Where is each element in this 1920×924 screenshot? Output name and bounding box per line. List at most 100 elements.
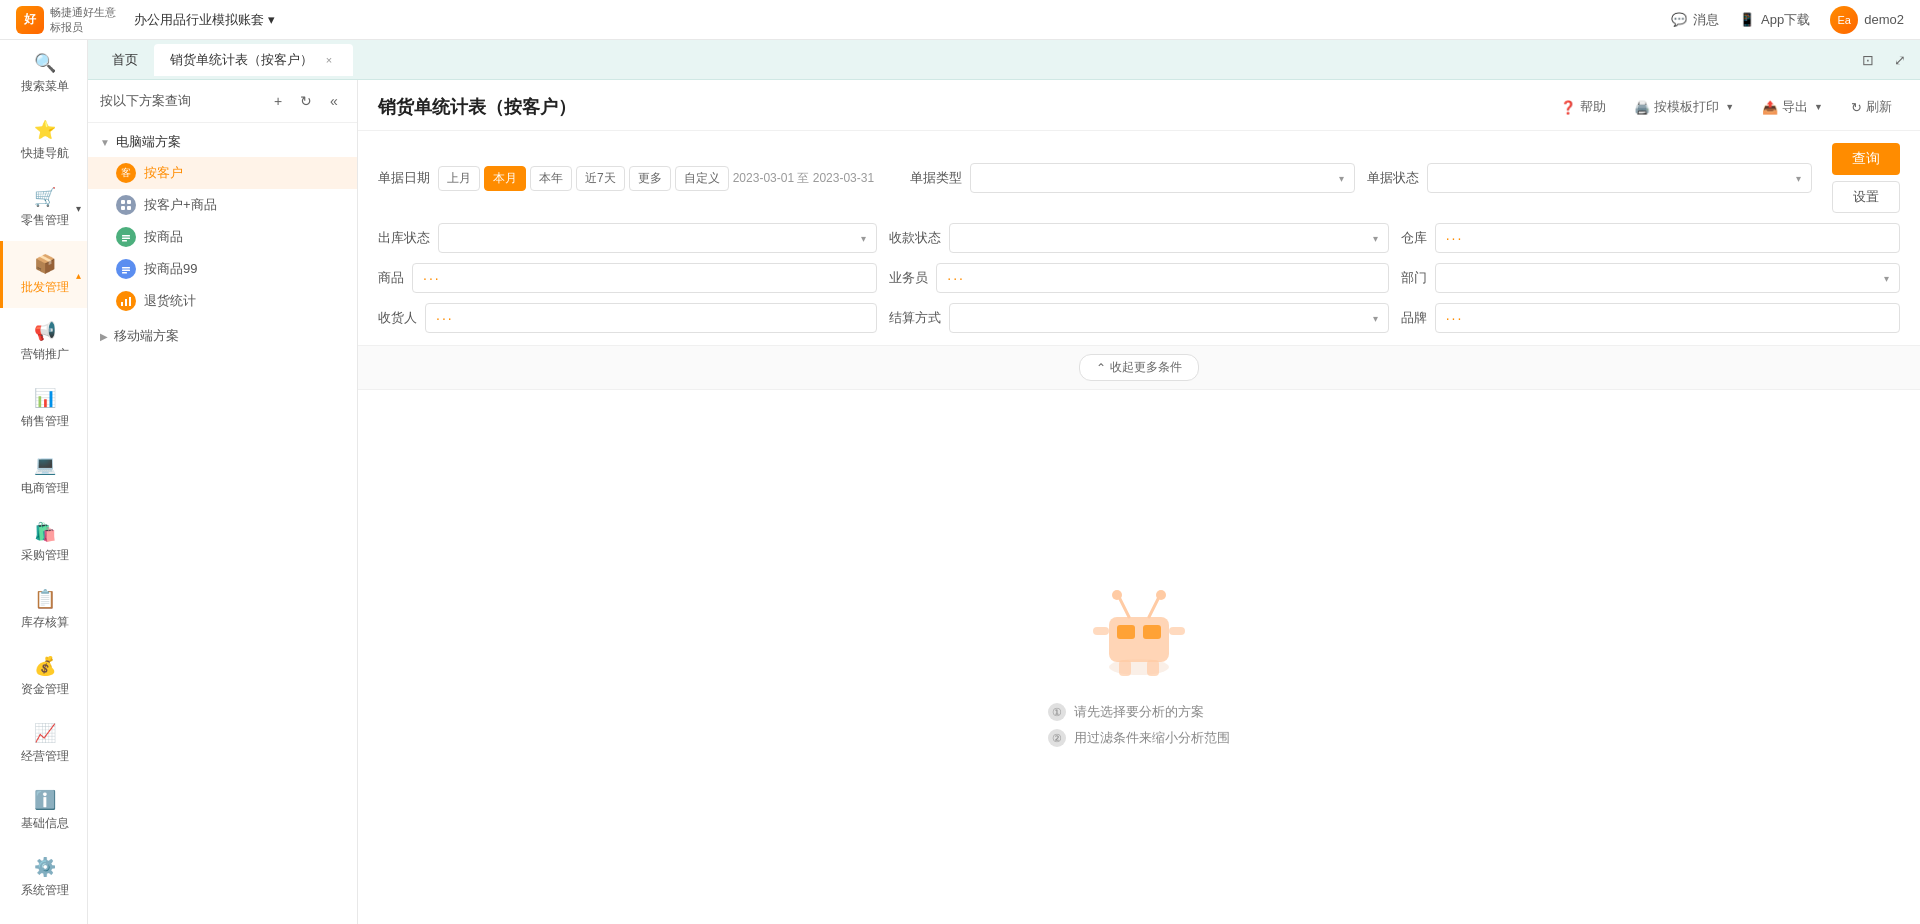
out-status-cell: 出库状态 ▾ — [378, 223, 877, 253]
scheme-title: 按以下方案查询 — [100, 92, 259, 110]
scheme-item-by-customer[interactable]: 客 按客户 — [88, 157, 357, 189]
date-btn-last-month[interactable]: 上月 — [438, 166, 480, 191]
desktop-group-header[interactable]: ▼ 电脑端方案 — [88, 127, 357, 157]
date-btn-custom[interactable]: 自定义 — [675, 166, 729, 191]
salesperson-select[interactable]: ··· — [936, 263, 1388, 293]
sidebar-item-marketing[interactable]: 📢 营销推广 — [0, 308, 87, 375]
system-selector[interactable]: 办公用品行业模拟账套 ▾ — [126, 7, 283, 33]
date-btn-this-month[interactable]: 本月 — [484, 166, 526, 191]
svg-point-18 — [1112, 590, 1122, 600]
scheme-item-return-stats[interactable]: 退货统计 — [88, 285, 357, 317]
add-scheme-button[interactable]: + — [267, 90, 289, 112]
scheme-item-by-goods99[interactable]: 按商品99 — [88, 253, 357, 285]
sidebar-item-retail[interactable]: 🛒 零售管理 ▾ — [0, 174, 87, 241]
sidebar-item-purchase[interactable]: 🛍️ 采购管理 — [0, 509, 87, 576]
money-icon: 💰 — [34, 655, 56, 677]
sidebar-item-wholesale[interactable]: 📦 批发管理 ▴ — [0, 241, 87, 308]
dept-select[interactable]: ▾ — [1435, 263, 1900, 293]
scheme-item-label: 按客户 — [144, 164, 183, 182]
brand-select[interactable]: ··· — [1435, 303, 1900, 333]
tab-maximize-button[interactable]: ⤢ — [1888, 48, 1912, 72]
order-type-select[interactable]: ▾ — [970, 163, 1355, 193]
gear-icon: ⚙️ — [34, 856, 56, 878]
empty-tips: ① 请先选择要分析的方案 ② 用过滤条件来缩小分析范围 — [1048, 703, 1230, 747]
logo-icon: 好 — [16, 6, 44, 34]
settings-button[interactable]: 设置 — [1832, 181, 1900, 213]
print-button[interactable]: 🖨️ 按模板打印 — [1626, 94, 1742, 120]
empty-tip-2: ② 用过滤条件来缩小分析范围 — [1048, 729, 1230, 747]
sidebar-item-system[interactable]: ⚙️ 系统管理 — [0, 844, 87, 911]
tab-restore-button[interactable]: ⊡ — [1856, 48, 1880, 72]
svg-point-20 — [1156, 590, 1166, 600]
user-area[interactable]: Ea demo2 — [1830, 6, 1904, 34]
sidebar: 🔍 搜索菜单 ⭐ 快捷导航 🛒 零售管理 ▾ 📦 批发管理 ▴ 📢 营销推广 📊… — [0, 40, 88, 924]
scheme-actions: + ↻ « — [267, 90, 345, 112]
query-button[interactable]: 查询 — [1832, 143, 1900, 175]
sidebar-item-inventory[interactable]: 📋 库存核算 — [0, 576, 87, 643]
refresh-scheme-button[interactable]: ↻ — [295, 90, 317, 112]
sidebar-item-ecommerce[interactable]: 💻 电商管理 — [0, 442, 87, 509]
trending-icon: 📈 — [34, 722, 56, 744]
svg-rect-1 — [127, 200, 131, 204]
receiver-select[interactable]: ··· — [425, 303, 877, 333]
sidebar-item-sales[interactable]: 📊 销售管理 — [0, 375, 87, 442]
settlement-cell: 结算方式 ▾ — [889, 303, 1388, 333]
main-panel: 销货单统计表（按客户） ❓ 帮助 🖨️ 按模板打印 📤 导出 — [358, 80, 1920, 924]
goods-select[interactable]: ··· — [412, 263, 877, 293]
export-icon: 📤 — [1762, 100, 1778, 115]
refresh-button[interactable]: ↻ 刷新 — [1843, 94, 1900, 120]
brand-label: 品牌 — [1401, 309, 1427, 327]
chart-icon: 📊 — [34, 387, 56, 409]
tab-home-label: 首页 — [112, 51, 138, 69]
collapse-scheme-button[interactable]: « — [323, 90, 345, 112]
messages-button[interactable]: 💬 消息 — [1671, 11, 1719, 29]
scheme-item-by-customer-goods[interactable]: 按客户+商品 — [88, 189, 357, 221]
settlement-select[interactable]: ▾ — [949, 303, 1388, 333]
app-download-button[interactable]: 📱 App下载 — [1739, 11, 1810, 29]
collapse-icon: « — [330, 93, 338, 109]
svg-rect-0 — [121, 200, 125, 204]
sidebar-item-operations[interactable]: 📈 经营管理 — [0, 710, 87, 777]
out-status-select[interactable]: ▾ — [438, 223, 877, 253]
header-left: 好 畅捷通好生意 标报员 办公用品行业模拟账套 ▾ — [16, 5, 283, 34]
date-btn-more[interactable]: 更多 — [629, 166, 671, 191]
desktop-scheme-group: ▼ 电脑端方案 客 按客户 按客户+商品 — [88, 123, 357, 321]
chevron-down-icon: ▾ — [861, 233, 866, 244]
sidebar-item-search[interactable]: 🔍 搜索菜单 — [0, 40, 87, 107]
empty-illustration — [1079, 567, 1199, 687]
cart-icon: 🛒 — [34, 186, 56, 208]
warehouse-select[interactable]: ··· — [1435, 223, 1900, 253]
sidebar-item-label: 电商管理 — [21, 480, 69, 497]
messages-label: 消息 — [1693, 11, 1719, 29]
help-button[interactable]: ❓ 帮助 — [1552, 94, 1614, 120]
laptop-icon: 💻 — [34, 454, 56, 476]
goods-value: ··· — [423, 270, 441, 286]
chevron-up-icon: ▴ — [76, 269, 81, 280]
pay-status-select[interactable]: ▾ — [949, 223, 1388, 253]
header-right: 💬 消息 📱 App下载 Ea demo2 — [1671, 6, 1904, 34]
add-icon: + — [274, 93, 282, 109]
scheme-item-by-goods[interactable]: 按商品 — [88, 221, 357, 253]
sidebar-item-finance[interactable]: 💰 资金管理 — [0, 643, 87, 710]
export-button[interactable]: 📤 导出 — [1754, 94, 1831, 120]
sidebar-item-shortcuts[interactable]: ⭐ 快捷导航 — [0, 107, 87, 174]
scheme-icon-customer: 客 — [116, 163, 136, 183]
sidebar-item-basic-info[interactable]: ℹ️ 基础信息 — [0, 777, 87, 844]
order-status-select[interactable]: ▾ — [1427, 163, 1812, 193]
sidebar-item-enterprise[interactable]: 🤝 企业协同 — [0, 911, 87, 924]
tip-text-2: 用过滤条件来缩小分析范围 — [1074, 729, 1230, 747]
date-btn-this-year[interactable]: 本年 — [530, 166, 572, 191]
tab-active[interactable]: 销货单统计表（按客户） × — [154, 44, 353, 76]
mobile-group-header[interactable]: ▶ 移动端方案 — [88, 321, 357, 351]
chevron-down-icon: ▾ — [1339, 173, 1344, 184]
export-label: 导出 — [1782, 98, 1808, 116]
sidebar-item-label: 资金管理 — [21, 681, 69, 698]
date-btn-last-7-days[interactable]: 近7天 — [576, 166, 625, 191]
date-label: 单据日期 — [378, 169, 430, 187]
tab-close-button[interactable]: × — [321, 52, 337, 68]
collapse-button[interactable]: ⌃ 收起更多条件 — [1079, 354, 1199, 381]
tab-home[interactable]: 首页 — [96, 44, 154, 76]
sidebar-item-label: 经营管理 — [21, 748, 69, 765]
date-shortcuts: 上月 本月 本年 近7天 更多 自定义 2023-03-01 至 2023-03… — [438, 166, 898, 191]
megaphone-icon: 📢 — [34, 320, 56, 342]
